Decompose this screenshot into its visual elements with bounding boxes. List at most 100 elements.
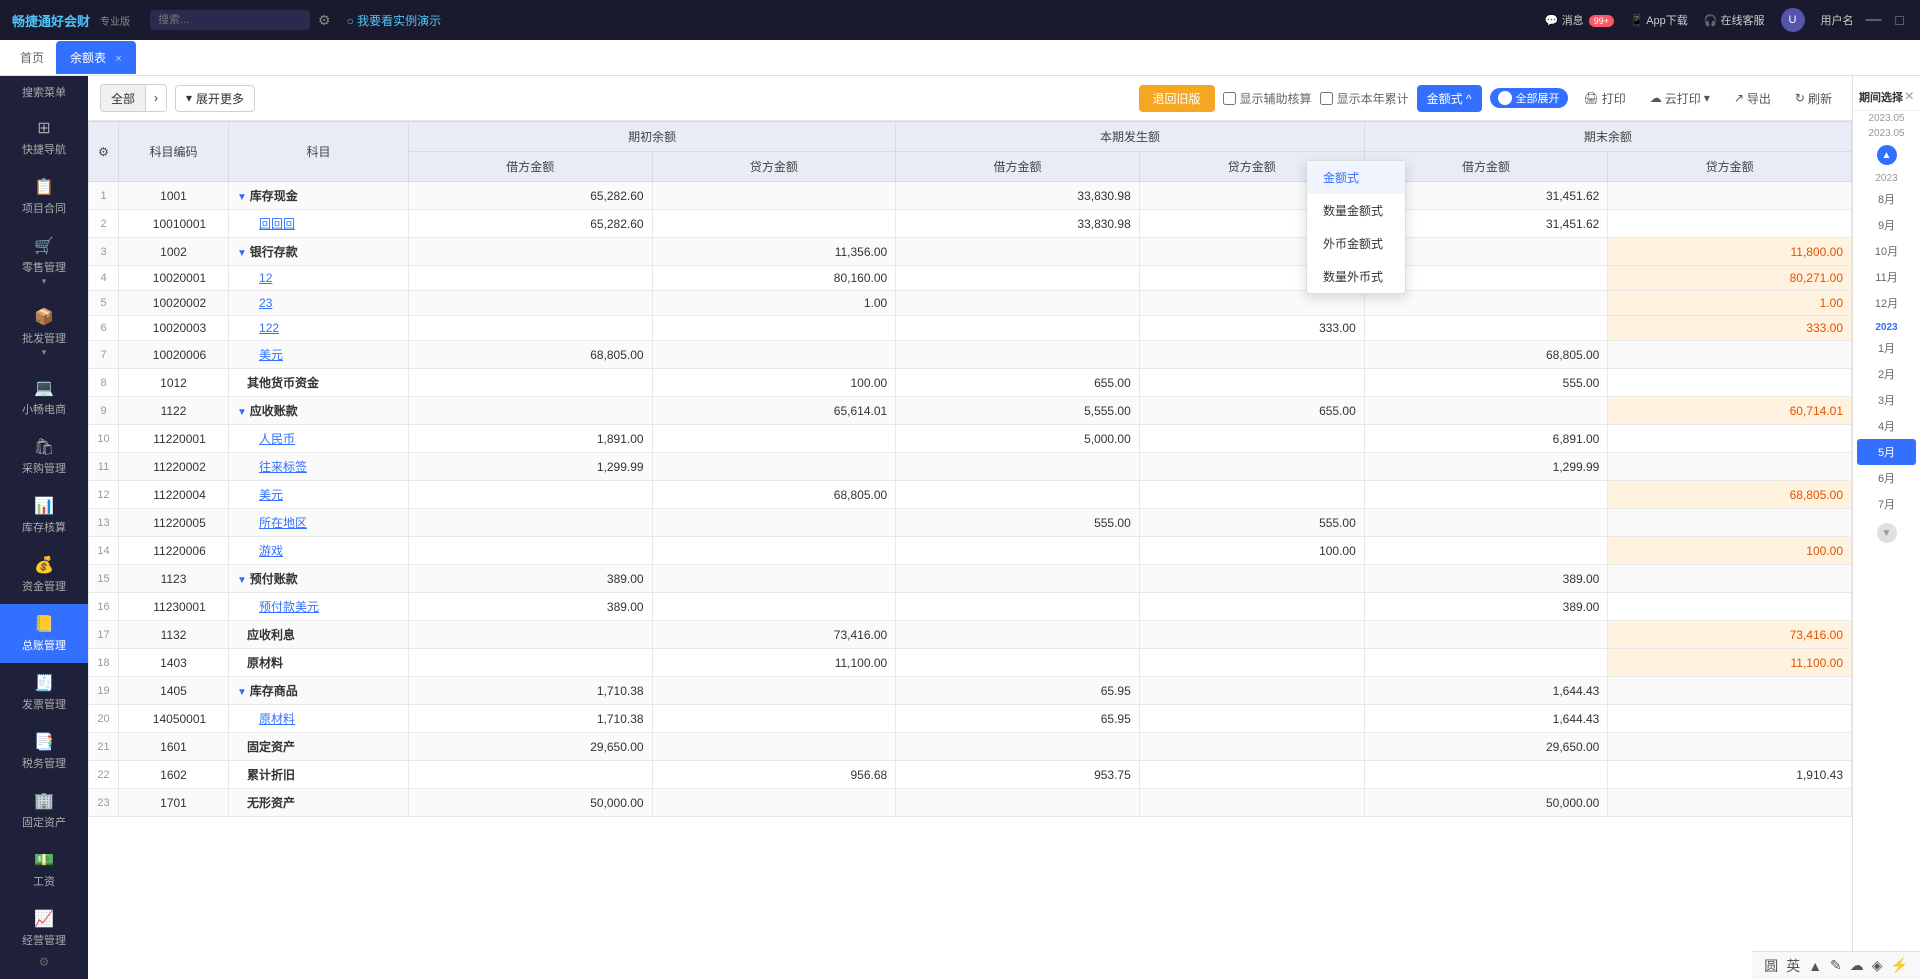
cloud-print-btn[interactable]: ☁ 云打印 ▾ (1642, 86, 1718, 111)
sidebar-item-ecommerce[interactable]: 💻 小畅电商 (0, 368, 88, 427)
bottom-icon-edit[interactable]: ✎ (1830, 957, 1842, 974)
sidebar-item-business[interactable]: 📈 经营管理 (0, 899, 88, 945)
td-name[interactable]: ▼ 库存商品 (229, 677, 409, 705)
month-6[interactable]: 6月 (1857, 465, 1916, 491)
show-ytd-check-label[interactable]: 显示本年累计 (1320, 90, 1409, 107)
filter-arrow-icon[interactable]: › (146, 85, 166, 111)
sidebar-item-invoice[interactable]: 🧾 发票管理 (0, 663, 88, 722)
month-10[interactable]: 10月 (1857, 238, 1916, 264)
nav-down-btn[interactable]: ▼ (1853, 523, 1920, 543)
month-8[interactable]: 8月 (1857, 186, 1916, 212)
td-name[interactable]: 原材料 (229, 705, 409, 733)
settings-icon[interactable]: ⚙ (318, 12, 331, 29)
refresh-btn[interactable]: ↻ 刷新 (1787, 86, 1840, 111)
bottom-icon-lightning[interactable]: ⚡ (1891, 957, 1908, 974)
sidebar-item-quick-nav[interactable]: ⊞ 快捷导航 (0, 108, 88, 167)
td-name[interactable]: 游戏 (229, 537, 409, 565)
sidebar-search-btn[interactable]: 搜索菜单 (0, 76, 88, 108)
dropdown-item-foreign-amount[interactable]: 外币金额式 (1307, 227, 1405, 260)
td-name[interactable]: 无形资产 (229, 789, 409, 817)
amount-style-btn[interactable]: 金额式 ^ (1417, 85, 1482, 112)
sidebar-item-ledger[interactable]: 📒 总账管理 (0, 604, 88, 663)
month-4[interactable]: 4月 (1857, 413, 1916, 439)
window-close-icon[interactable]: — (1862, 11, 1886, 29)
month-9[interactable]: 9月 (1857, 212, 1916, 238)
filter-all-selector[interactable]: 全部 › (100, 84, 167, 112)
sidebar-item-purchase[interactable]: 🛍 采购管理 (0, 427, 88, 486)
bottom-icon-lang[interactable]: 英 (1786, 956, 1800, 976)
export-icon: ↗ (1734, 91, 1744, 105)
app-download-btn[interactable]: 📱 App下载 (1630, 12, 1688, 28)
nav-up-btn[interactable]: ▲ (1853, 145, 1920, 165)
expand-all-toggle[interactable]: 全部展开 (1490, 88, 1568, 108)
td-name[interactable]: 累计折旧 (229, 761, 409, 789)
td-name[interactable]: 往来标签 (229, 453, 409, 481)
td-name[interactable]: 23 (229, 291, 409, 316)
settings-gear-icon[interactable]: ⚙ (98, 145, 109, 159)
bottom-icon-cloud[interactable]: ☁ (1850, 957, 1864, 974)
sidebar-item-finance[interactable]: 💰 资金管理 (0, 545, 88, 604)
td-name[interactable]: ▼ 银行存款 (229, 238, 409, 266)
td-name[interactable]: 人民币 (229, 425, 409, 453)
td-closing-credit (1608, 210, 1852, 238)
td-current-debit (896, 789, 1140, 817)
td-name[interactable]: 原材料 (229, 649, 409, 677)
td-name[interactable]: 回回回 (229, 210, 409, 238)
dropdown-item-amount[interactable]: 金额式 (1307, 161, 1405, 194)
month-3[interactable]: 3月 (1857, 387, 1916, 413)
month-11[interactable]: 11月 (1857, 264, 1916, 290)
tab-close-icon[interactable]: × (115, 53, 121, 65)
sidebar-item-tax[interactable]: 📑 税务管理 (0, 722, 88, 781)
td-name[interactable]: 美元 (229, 341, 409, 369)
show-ytd-checkbox[interactable] (1320, 92, 1333, 105)
sidebar-item-inventory[interactable]: 📊 库存核算 (0, 486, 88, 545)
bottom-icon-up[interactable]: ▲ (1808, 958, 1822, 974)
td-name[interactable]: 12 (229, 266, 409, 291)
sidebar-settings-btn[interactable]: ⚙ (0, 945, 88, 979)
sidebar-item-project[interactable]: 📋 项目合同 (0, 167, 88, 226)
td-name[interactable]: ▼ 库存现金 (229, 182, 409, 210)
td-name[interactable]: ▼ 预付账款 (229, 565, 409, 593)
td-no: 12 (89, 481, 119, 509)
bottom-icon-1[interactable]: 圆 (1764, 956, 1778, 976)
month-5[interactable]: 5月 (1857, 439, 1916, 465)
sidebar-item-fixed-assets[interactable]: 🏢 固定资产 (0, 781, 88, 840)
tab-home[interactable]: 首页 (8, 41, 56, 74)
expand-more-btn[interactable]: ▾ 展开更多 (175, 85, 255, 112)
td-name[interactable]: 美元 (229, 481, 409, 509)
print-icon: 🖨 (1584, 91, 1599, 105)
tab-balance-sheet[interactable]: 余额表 × (56, 41, 136, 74)
month-12[interactable]: 12月 (1857, 290, 1916, 316)
sidebar-search-label[interactable]: 搜索菜单 (6, 84, 82, 100)
sidebar-item-salary[interactable]: 💵 工资 (0, 840, 88, 899)
month-2[interactable]: 2月 (1857, 361, 1916, 387)
right-panel-close-btn[interactable]: × (1905, 88, 1914, 106)
sidebar-item-wholesale[interactable]: 📦 批发管理 ▾ (0, 297, 88, 368)
month-7[interactable]: 7月 (1857, 491, 1916, 517)
global-search-input[interactable] (150, 10, 310, 30)
sidebar-item-retail[interactable]: 🛒 零售管理 ▾ (0, 226, 88, 297)
export-btn[interactable]: ↗ 导出 (1726, 86, 1779, 111)
show-aux-checkbox[interactable] (1223, 92, 1236, 105)
td-name[interactable]: 预付款美元 (229, 593, 409, 621)
dropdown-item-qty-foreign[interactable]: 数量外币式 (1307, 260, 1405, 293)
year-2023-section: 2023 8月 9月 10月 11月 12月 (1853, 169, 1920, 318)
td-name[interactable]: 其他货币资金 (229, 369, 409, 397)
table-container[interactable]: ⚙ 科目编码 科目 期初余额 本期发生额 期末余额 借方金额 贷方金额 借方金额… (88, 121, 1852, 979)
td-name[interactable]: 应收利息 (229, 621, 409, 649)
td-name[interactable]: 所在地区 (229, 509, 409, 537)
dropdown-item-qty-amount[interactable]: 数量金额式 (1307, 194, 1405, 227)
online-service-btn[interactable]: 🎧 在线客服 (1704, 12, 1765, 28)
td-name[interactable]: 122 (229, 316, 409, 341)
bottom-icon-diamond[interactable]: ◈ (1872, 957, 1883, 974)
return-old-version-btn[interactable]: 退回旧版 (1139, 85, 1215, 112)
message-btn[interactable]: 💬 消息 99+ (1545, 12, 1614, 28)
month-1[interactable]: 1月 (1857, 335, 1916, 361)
td-name[interactable]: 固定资产 (229, 733, 409, 761)
td-name[interactable]: ▼ 应收账款 (229, 397, 409, 425)
show-aux-check-label[interactable]: 显示辅助核算 (1223, 90, 1312, 107)
th-opening-debit: 借方金额 (409, 152, 653, 182)
window-expand-icon[interactable]: □ (1892, 12, 1908, 28)
print-btn[interactable]: 🖨 打印 (1576, 86, 1634, 111)
demo-link[interactable]: ○ 我要看实例演示 (347, 12, 442, 29)
